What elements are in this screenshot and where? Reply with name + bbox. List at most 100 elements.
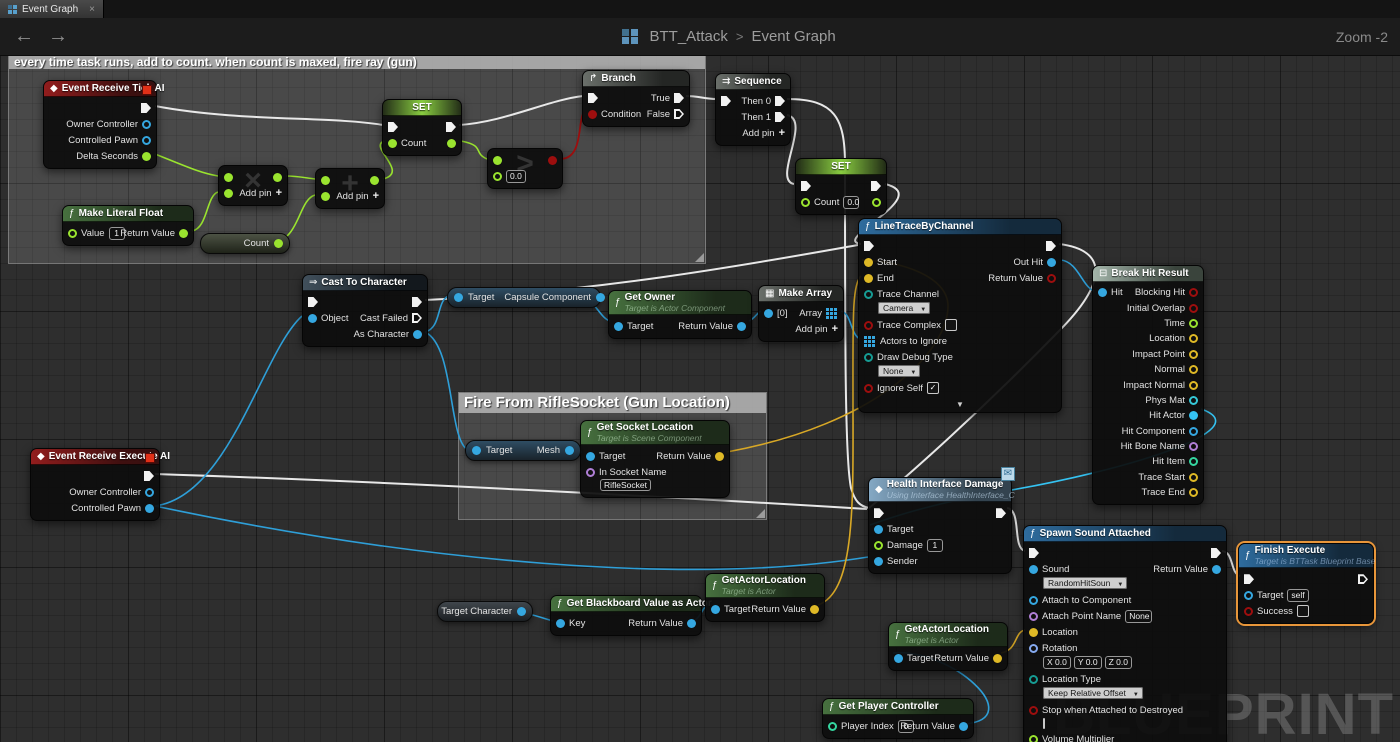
in-socket-name-pin[interactable] bbox=[586, 468, 595, 477]
target-pin[interactable] bbox=[1244, 591, 1253, 600]
node-get-player-controller[interactable]: ƒGet Player ControllerPlayer Index0Retur… bbox=[822, 698, 974, 739]
node-header[interactable]: ⇉Sequence bbox=[716, 74, 790, 90]
node-get-actor-location-1[interactable]: ƒGetActorLocationTarget is ActorTargetRe… bbox=[705, 573, 825, 622]
success-pin[interactable] bbox=[1244, 607, 1253, 616]
pin-pin[interactable] bbox=[447, 139, 456, 148]
object-pin[interactable] bbox=[308, 314, 317, 323]
exec-pin[interactable] bbox=[1244, 574, 1254, 584]
exec-pin[interactable] bbox=[446, 122, 456, 132]
node-header[interactable]: ƒGet Socket LocationTarget is Scene Comp… bbox=[581, 421, 729, 445]
pin-field[interactable]: Y 0.0 bbox=[1074, 656, 1102, 669]
out-hit-pin[interactable] bbox=[1047, 258, 1056, 267]
node-set-count[interactable]: SETCount bbox=[382, 99, 462, 156]
exec-pin[interactable] bbox=[1046, 241, 1056, 251]
hit-actor-pin[interactable] bbox=[1189, 411, 1198, 420]
exec-pin[interactable] bbox=[801, 181, 811, 191]
blocking-hit-pin[interactable] bbox=[1189, 288, 1198, 297]
sound-pin[interactable] bbox=[1029, 565, 1038, 574]
node-header[interactable]: ƒGet Blackboard Value as Actor bbox=[551, 596, 701, 612]
pin-checkbox[interactable] bbox=[1297, 605, 1309, 617]
pin-checkbox[interactable]: ✓ bbox=[927, 382, 939, 394]
ignore-self-pin[interactable] bbox=[864, 384, 873, 393]
hit-pin[interactable] bbox=[1098, 288, 1107, 297]
impact-normal-pin[interactable] bbox=[1189, 381, 1198, 390]
variable-get-count[interactable]: Count bbox=[200, 233, 290, 254]
target-pin[interactable] bbox=[874, 525, 883, 534]
node-get-socket-location[interactable]: ƒGet Socket LocationTarget is Scene Comp… bbox=[580, 420, 730, 498]
node-health-interface-damage[interactable]: ◆Health Interface DamageUsing Interface … bbox=[868, 477, 1012, 574]
variable-get-mesh[interactable]: Target Mesh bbox=[465, 440, 581, 461]
tab-close-icon[interactable]: × bbox=[89, 4, 95, 15]
0-pin[interactable] bbox=[764, 309, 773, 318]
initial-overlap-pin[interactable] bbox=[1189, 304, 1198, 313]
node-header[interactable]: SET bbox=[796, 159, 886, 175]
location-pin[interactable] bbox=[1029, 628, 1038, 637]
volume-multiplier-pin[interactable] bbox=[1029, 735, 1038, 742]
node-cast-to-character[interactable]: ⇒Cast To CharacterObjectCast FailedAs Ch… bbox=[302, 274, 428, 347]
attach-to-component-pin[interactable] bbox=[1029, 596, 1038, 605]
back-arrow-button[interactable]: ← bbox=[14, 25, 34, 48]
node-header[interactable]: ƒMake Literal Float bbox=[63, 206, 193, 222]
node-header[interactable]: ƒGetActorLocationTarget is Actor bbox=[889, 623, 1007, 647]
node-header[interactable]: ◆Event Receive Execute AI bbox=[31, 449, 159, 465]
exec-pin[interactable] bbox=[996, 508, 1006, 518]
owner-controller-pin[interactable] bbox=[145, 488, 154, 497]
comment-title[interactable]: every time task runs, add to count. when… bbox=[9, 56, 705, 69]
pin-pin[interactable] bbox=[872, 198, 881, 207]
pin-pin[interactable] bbox=[548, 156, 557, 165]
pin-field[interactable]: X 0.0 bbox=[1043, 656, 1071, 669]
node-get-actor-location-2[interactable]: ƒGetActorLocationTarget is ActorTargetRe… bbox=[888, 622, 1008, 671]
phys-mat-pin[interactable] bbox=[1189, 396, 1198, 405]
node-header[interactable]: ↱Branch bbox=[583, 71, 689, 87]
exec-pin[interactable] bbox=[874, 508, 884, 518]
delegate-pin[interactable] bbox=[145, 453, 155, 463]
delegate-pin[interactable] bbox=[142, 85, 152, 95]
node-add[interactable]: +Add pin+ bbox=[315, 168, 385, 209]
trace-complex-pin[interactable] bbox=[864, 321, 873, 330]
location-type-pin[interactable] bbox=[1029, 675, 1038, 684]
pin-pin[interactable] bbox=[493, 156, 502, 165]
node-header[interactable]: ◆Event Receive Tick AI bbox=[44, 81, 156, 97]
sender-pin[interactable] bbox=[874, 557, 883, 566]
node-spawn-sound-attached[interactable]: ƒSpawn Sound AttachedSoundRandomHitSounA… bbox=[1023, 525, 1227, 742]
exec-pin[interactable] bbox=[674, 93, 684, 103]
exec-pin[interactable] bbox=[388, 122, 398, 132]
node-make-literal-float[interactable]: ƒMake Literal FloatValue1Return Value bbox=[62, 205, 194, 246]
hit-item-pin[interactable] bbox=[1189, 457, 1198, 466]
exec-pin[interactable] bbox=[308, 297, 318, 307]
controlled-pawn-pin[interactable] bbox=[142, 136, 151, 145]
key-pin[interactable] bbox=[556, 619, 565, 628]
array-pin[interactable] bbox=[826, 307, 838, 319]
exec-pin[interactable] bbox=[412, 297, 422, 307]
node-finish-execute[interactable]: ƒFinish ExecuteTarget is BTTask Blueprin… bbox=[1238, 543, 1374, 624]
trace-start-pin[interactable] bbox=[1189, 473, 1198, 482]
pin-dropdown[interactable]: Camera bbox=[878, 302, 930, 314]
node-header[interactable]: ƒLineTraceByChannel bbox=[859, 219, 1061, 235]
stop-when-attached-to-destroyed-pin[interactable] bbox=[1029, 706, 1038, 715]
exec-pin[interactable] bbox=[1358, 574, 1368, 584]
mesh-out-pin[interactable] bbox=[565, 446, 574, 455]
node-header[interactable]: ƒGetActorLocationTarget is Actor bbox=[706, 574, 824, 598]
add-pin-button[interactable]: + bbox=[832, 323, 838, 335]
add-pin-button[interactable]: + bbox=[276, 187, 282, 199]
exec-pin[interactable] bbox=[775, 112, 785, 122]
node-event-receive-tick-ai[interactable]: ◆Event Receive Tick AIOwner ControllerCo… bbox=[43, 80, 157, 169]
hit-component-pin[interactable] bbox=[1189, 427, 1198, 436]
as-character-pin[interactable] bbox=[413, 330, 422, 339]
node-header[interactable]: ⇒Cast To Character bbox=[303, 275, 427, 291]
pin-field[interactable]: RifleSocket bbox=[600, 479, 651, 491]
node-header[interactable]: ƒFinish ExecuteTarget is BTTask Blueprin… bbox=[1239, 544, 1373, 568]
node-header[interactable]: ƒGet Player Controller bbox=[823, 699, 973, 715]
array-pin[interactable] bbox=[864, 335, 876, 347]
end-pin[interactable] bbox=[864, 274, 873, 283]
node-get-owner[interactable]: ƒGet OwnerTarget is Actor ComponentTarge… bbox=[608, 290, 752, 339]
time-pin[interactable] bbox=[1189, 319, 1198, 328]
trace-channel-pin[interactable] bbox=[864, 290, 873, 299]
exec-pin[interactable] bbox=[144, 471, 154, 481]
controlled-pawn-pin[interactable] bbox=[145, 504, 154, 513]
pin-checkbox[interactable] bbox=[945, 319, 957, 331]
exec-pin[interactable] bbox=[721, 96, 731, 106]
forward-arrow-button[interactable]: → bbox=[48, 25, 68, 48]
exec-pin[interactable] bbox=[775, 96, 785, 106]
comment-title[interactable]: Fire From RifleSocket (Gun Location) bbox=[459, 393, 766, 413]
